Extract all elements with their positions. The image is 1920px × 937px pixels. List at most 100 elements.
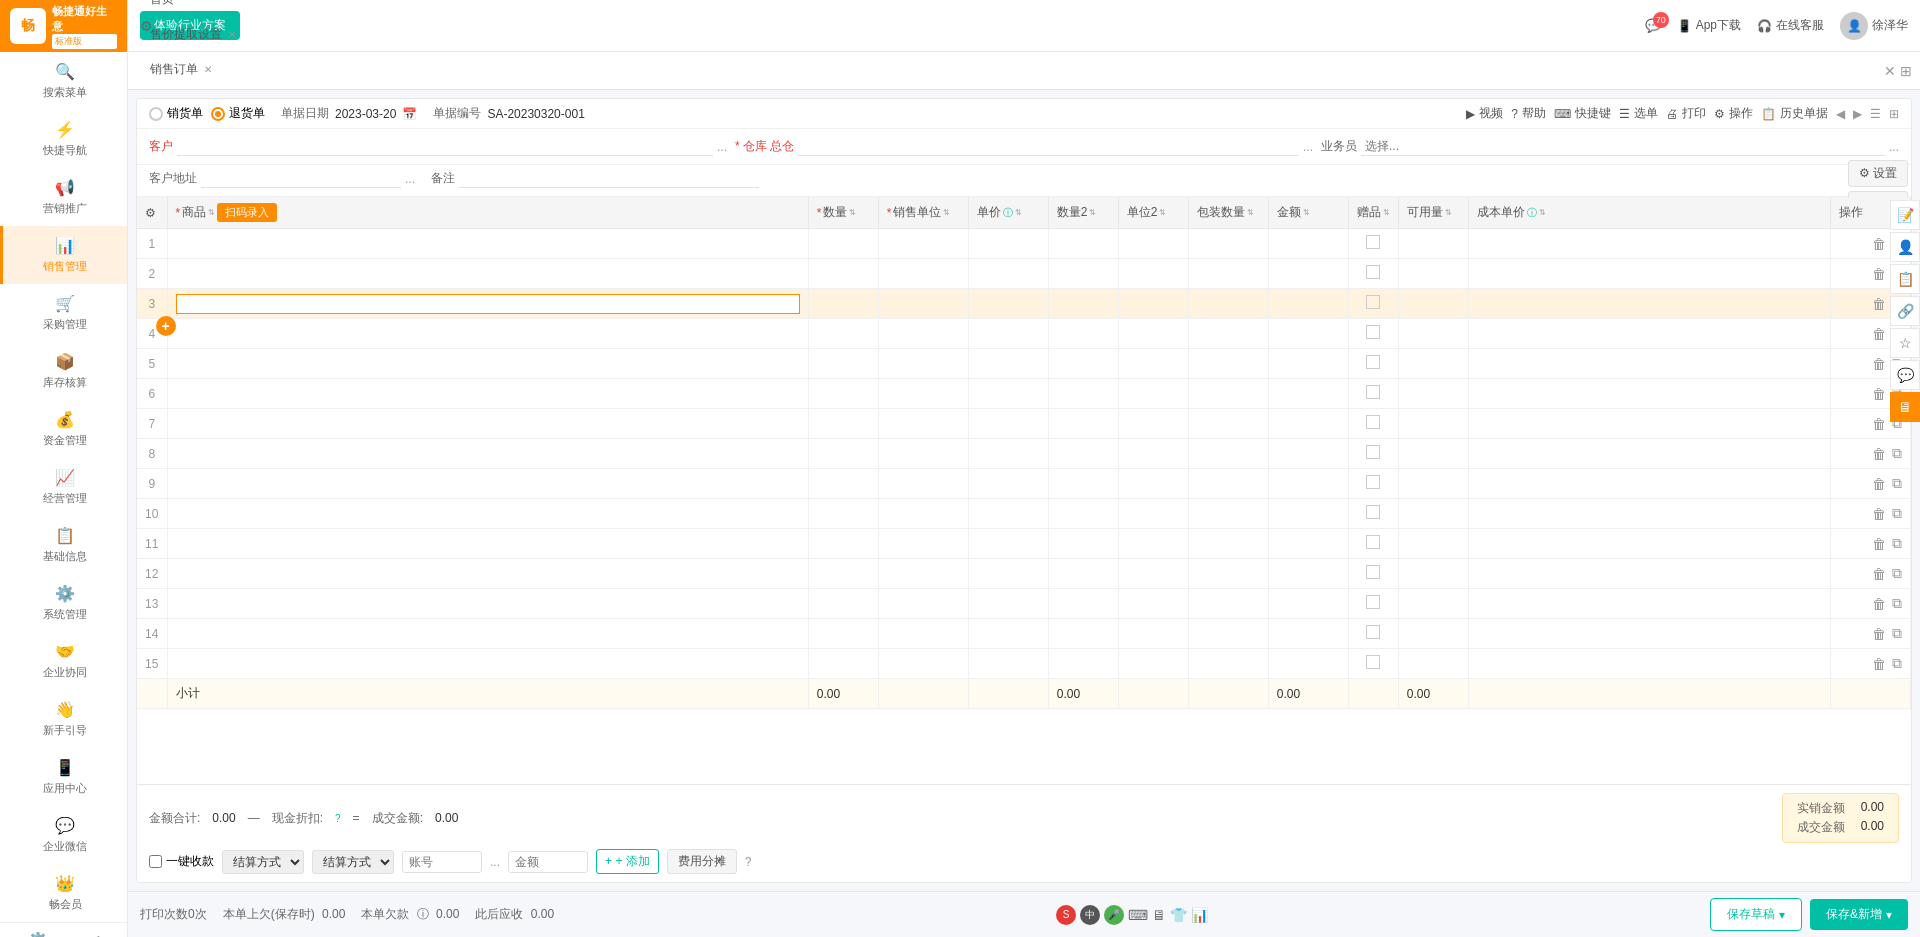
row-cost-1[interactable] [1468, 229, 1830, 259]
operate-action[interactable]: ⚙ 操作 [1714, 105, 1753, 122]
message-wrap[interactable]: 💬 70 [1645, 18, 1661, 33]
row-pack-6[interactable] [1188, 379, 1268, 409]
row-price-4[interactable] [968, 319, 1048, 349]
row-qty-15[interactable] [808, 649, 878, 679]
sidebar-item-fund-mgmt[interactable]: 💰 资金管理 [0, 400, 127, 458]
row-unit-11[interactable] [878, 529, 968, 559]
row-unit-8[interactable] [878, 439, 968, 469]
radio-sales-delivery[interactable]: 销货单 [149, 105, 203, 122]
cost-sort-icon[interactable]: ⇅ [1539, 208, 1546, 217]
row-qty2-6[interactable] [1048, 379, 1118, 409]
copy-icon-10[interactable]: ⧉ [1892, 505, 1902, 522]
copy-icon-8[interactable]: ⧉ [1892, 445, 1902, 462]
row-price-15[interactable] [968, 649, 1048, 679]
discount-help-icon[interactable]: ? [335, 813, 341, 824]
row-price-9[interactable] [968, 469, 1048, 499]
row-unit2-13[interactable] [1118, 589, 1188, 619]
gift-checkbox-5[interactable] [1366, 355, 1380, 369]
unit-sort-icon[interactable]: ⇅ [943, 208, 950, 217]
gift-checkbox-8[interactable] [1366, 445, 1380, 459]
row-product-12[interactable] [167, 559, 808, 589]
delete-icon-8[interactable]: 🗑 [1872, 446, 1886, 462]
row-gift-11[interactable] [1348, 529, 1398, 559]
tab-close-sales-order[interactable]: ✕ [204, 64, 212, 75]
row-product-14[interactable] [167, 619, 808, 649]
pay-checkbox-input[interactable] [149, 855, 162, 868]
row-unit2-8[interactable] [1118, 439, 1188, 469]
row-pack-4[interactable] [1188, 319, 1268, 349]
row-unit-9[interactable] [878, 469, 968, 499]
tab-close-price-setting[interactable]: ✕ [228, 29, 236, 40]
row-unit-6[interactable] [878, 379, 968, 409]
row-avail-10[interactable] [1398, 499, 1468, 529]
input-icon-s[interactable]: S [1056, 905, 1076, 925]
row-unit2-11[interactable] [1118, 529, 1188, 559]
gift-checkbox-2[interactable] [1366, 265, 1380, 279]
row-product-4[interactable] [167, 319, 808, 349]
delete-icon-10[interactable]: 🗑 [1872, 506, 1886, 522]
row-unit2-5[interactable] [1118, 349, 1188, 379]
right-icon-6[interactable]: 💬 [1890, 360, 1920, 390]
row-avail-5[interactable] [1398, 349, 1468, 379]
row-qty-1[interactable] [808, 229, 878, 259]
row-price-11[interactable] [968, 529, 1048, 559]
prev-record-icon[interactable]: ◀ [1836, 107, 1845, 121]
salesperson-input[interactable] [1361, 137, 1885, 156]
row-unit2-7[interactable] [1118, 409, 1188, 439]
row-unit2-4[interactable] [1118, 319, 1188, 349]
gift-checkbox-7[interactable] [1366, 415, 1380, 429]
shortcut-action[interactable]: ⌨ 快捷键 [1554, 105, 1611, 122]
row-product-6[interactable] [167, 379, 808, 409]
row-amount-4[interactable] [1268, 319, 1348, 349]
right-icon-2[interactable]: 👤 [1890, 232, 1920, 262]
row-qty-13[interactable] [808, 589, 878, 619]
row-cost-15[interactable] [1468, 649, 1830, 679]
online-service-btn[interactable]: 🎧 在线客服 [1757, 17, 1824, 34]
row-pack-15[interactable] [1188, 649, 1268, 679]
row-amount-6[interactable] [1268, 379, 1348, 409]
row-qty2-10[interactable] [1048, 499, 1118, 529]
gift-checkbox-3[interactable] [1366, 295, 1380, 309]
row-gift-2[interactable] [1348, 259, 1398, 289]
row-price-2[interactable] [968, 259, 1048, 289]
sidebar-item-member[interactable]: 👑 畅会员 [0, 864, 127, 922]
row-unit2-14[interactable] [1118, 619, 1188, 649]
row-avail-9[interactable] [1398, 469, 1468, 499]
row-avail-13[interactable] [1398, 589, 1468, 619]
select-action[interactable]: ☰ 选单 [1619, 105, 1658, 122]
right-icon-1[interactable]: 📝 [1890, 200, 1920, 230]
gift-checkbox-13[interactable] [1366, 595, 1380, 609]
delete-icon-15[interactable]: 🗑 [1872, 656, 1886, 672]
row-unit-1[interactable] [878, 229, 968, 259]
fee-help-icon[interactable]: ? [745, 855, 752, 869]
row-avail-15[interactable] [1398, 649, 1468, 679]
row-unit-7[interactable] [878, 409, 968, 439]
sidebar-bottom[interactable]: ⚙️ ◀ [0, 922, 127, 937]
row-qty2-15[interactable] [1048, 649, 1118, 679]
row-qty2-7[interactable] [1048, 409, 1118, 439]
collapse-icon[interactable]: ◀ [87, 931, 99, 937]
row-price-8[interactable] [968, 439, 1048, 469]
row-qty-4[interactable] [808, 319, 878, 349]
account-input[interactable] [402, 851, 482, 873]
sidebar-item-marketing[interactable]: 📢 营销推广 [0, 168, 127, 226]
row-pack-2[interactable] [1188, 259, 1268, 289]
amount-input[interactable] [508, 851, 588, 873]
row-qty-5[interactable] [808, 349, 878, 379]
sidebar-item-search-menu[interactable]: 🔍 搜索菜单 [0, 52, 127, 110]
copy-icon-14[interactable]: ⧉ [1892, 625, 1902, 642]
gift-checkbox-12[interactable] [1366, 565, 1380, 579]
gift-sort-icon[interactable]: ⇅ [1383, 208, 1390, 217]
row-product-2[interactable] [167, 259, 808, 289]
row-unit2-3[interactable] [1118, 289, 1188, 319]
row-avail-11[interactable] [1398, 529, 1468, 559]
row-gift-14[interactable] [1348, 619, 1398, 649]
settings-icon[interactable]: ⚙️ [28, 931, 48, 937]
row-unit-5[interactable] [878, 349, 968, 379]
account-ellipsis[interactable]: ... [490, 855, 500, 869]
row-product-11[interactable] [167, 529, 808, 559]
row-price-12[interactable] [968, 559, 1048, 589]
row-pack-1[interactable] [1188, 229, 1268, 259]
add-row-icon[interactable]: + [156, 316, 176, 336]
row-avail-8[interactable] [1398, 439, 1468, 469]
